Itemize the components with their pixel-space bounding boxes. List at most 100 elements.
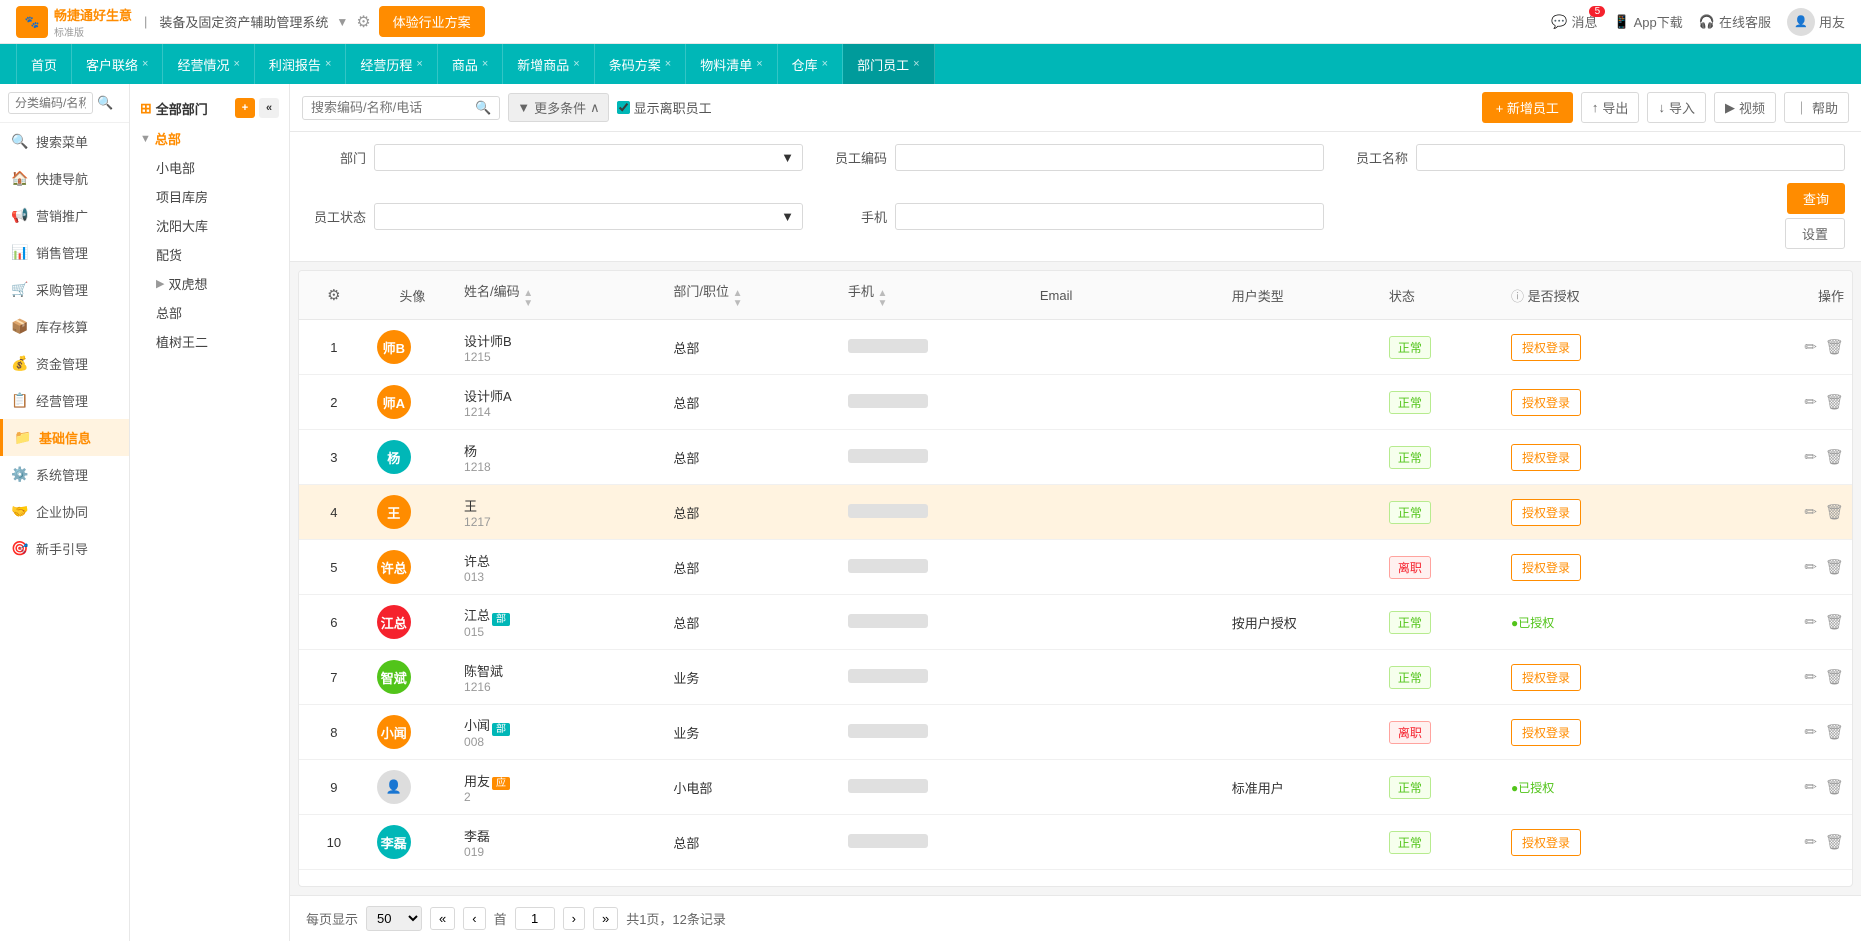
dept-node-shx[interactable]: ▶ 双虎想 [146, 269, 289, 298]
system-dropdown-icon[interactable]: ▼ [336, 15, 348, 29]
view-button[interactable]: ▶ 视频 [1714, 92, 1776, 123]
next-page-button[interactable]: › [563, 907, 585, 930]
edit-icon[interactable]: ✏ [1804, 668, 1817, 686]
auth-button[interactable]: 授权登录 [1511, 499, 1581, 526]
info-icon[interactable]: ⓘ [1511, 289, 1524, 304]
delete-icon[interactable]: 🗑 [1825, 448, 1844, 466]
close-icon[interactable]: × [913, 58, 919, 70]
edit-icon[interactable]: ✏ [1804, 393, 1817, 411]
service-item[interactable]: 🎧 在线客服 [1699, 12, 1771, 31]
edit-icon[interactable]: ✏ [1804, 448, 1817, 466]
sidebar-item-nav[interactable]: 🏠 快捷导航 [0, 160, 129, 197]
sidebar-item-sales[interactable]: 📊 销售管理 [0, 234, 129, 271]
sidebar-item-marketing[interactable]: 📢 营销推广 [0, 197, 129, 234]
dept-node-xdb[interactable]: 小电部 [146, 153, 289, 182]
dept-node-proj[interactable]: 项目库房 [146, 182, 289, 211]
edit-icon[interactable]: ✏ [1804, 723, 1817, 741]
dept-node-general[interactable]: ▼ 总部 [130, 124, 289, 153]
filter-button[interactable]: ▼ 更多条件 ∧ [508, 93, 608, 122]
edit-icon[interactable]: ✏ [1804, 833, 1817, 851]
auth-button[interactable]: 授权登录 [1511, 719, 1581, 746]
dept-collapse-icon[interactable]: « [259, 98, 279, 118]
sidebar-item-guide[interactable]: 🎯 新手引导 [0, 530, 129, 567]
trial-button[interactable]: 体验行业方案 [379, 6, 485, 37]
edit-icon[interactable]: ✏ [1804, 503, 1817, 521]
edit-icon[interactable]: ✏ [1804, 558, 1817, 576]
emp-status-select[interactable]: ▼ [374, 203, 803, 230]
search-button[interactable]: 查询 [1787, 183, 1845, 214]
tab-barcode[interactable]: 条码方案 × [595, 44, 686, 84]
dept-node-zsw[interactable]: 植树王二 [146, 327, 289, 356]
phone-input[interactable] [895, 203, 1324, 230]
col-gear-icon[interactable]: ⚙ [327, 287, 340, 304]
close-icon[interactable]: × [416, 58, 422, 70]
emp-code-input[interactable] [895, 144, 1324, 171]
close-icon[interactable]: × [233, 58, 239, 70]
close-icon[interactable]: × [325, 58, 331, 70]
sidebar-item-system[interactable]: ⚙️ 系统管理 [0, 456, 129, 493]
sidebar-item-management[interactable]: 📋 经营管理 [0, 382, 129, 419]
tab-dept-staff[interactable]: 部门员工 × [843, 44, 934, 84]
page-input[interactable] [515, 907, 555, 930]
delete-icon[interactable]: 🗑 [1825, 668, 1844, 686]
first-page-button[interactable]: « [430, 907, 455, 930]
col-dept[interactable]: 部门/职位 ▲▼ [665, 271, 839, 320]
sidebar-item-basic[interactable]: 📁 基础信息 [0, 419, 129, 456]
delete-icon[interactable]: 🗑 [1825, 613, 1844, 631]
resigned-checkbox-input[interactable] [617, 101, 630, 114]
delete-icon[interactable]: 🗑 [1825, 778, 1844, 796]
delete-icon[interactable]: 🗑 [1825, 558, 1844, 576]
close-icon[interactable]: × [573, 58, 579, 70]
app-download-item[interactable]: 📱 App下载 [1613, 12, 1682, 31]
col-phone[interactable]: 手机 ▲▼ [840, 271, 1032, 320]
auth-button[interactable]: 授权登录 [1511, 334, 1581, 361]
tab-operation[interactable]: 经营情况 × [163, 44, 254, 84]
tab-new-goods[interactable]: 新增商品 × [503, 44, 594, 84]
tab-warehouse[interactable]: 仓库 × [778, 44, 843, 84]
tab-goods[interactable]: 商品 × [438, 44, 503, 84]
tab-customer[interactable]: 客户联络 × [72, 44, 163, 84]
close-icon[interactable]: × [482, 58, 488, 70]
user-item[interactable]: 👤 用友 [1787, 8, 1845, 36]
close-icon[interactable]: × [142, 58, 148, 70]
delete-icon[interactable]: 🗑 [1825, 833, 1844, 851]
dept-node-zb[interactable]: 总部 [146, 298, 289, 327]
dept-add-icon[interactable]: + [235, 98, 255, 118]
delete-icon[interactable]: 🗑 [1825, 503, 1844, 521]
col-name[interactable]: 姓名/编码 ▲▼ [456, 271, 665, 320]
search-input[interactable] [311, 100, 471, 115]
message-item[interactable]: 💬 5 消息 [1551, 12, 1597, 31]
auth-button[interactable]: 授权登录 [1511, 829, 1581, 856]
sidebar-item-finance[interactable]: 💰 资金管理 [0, 345, 129, 382]
dept-select[interactable]: ▼ [374, 144, 803, 171]
tab-profit[interactable]: 利润报告 × [255, 44, 346, 84]
delete-icon[interactable]: 🗑 [1825, 393, 1844, 411]
sidebar-search-input[interactable] [8, 92, 93, 114]
auth-button[interactable]: 授权登录 [1511, 554, 1581, 581]
show-resigned-checkbox[interactable]: 显示离职员工 [617, 98, 712, 117]
close-icon[interactable]: × [822, 58, 828, 70]
help-button[interactable]: ｜ 帮助 [1784, 92, 1849, 123]
sidebar-item-inventory[interactable]: 📦 库存核算 [0, 308, 129, 345]
add-employee-button[interactable]: + 新增员工 [1482, 92, 1573, 123]
set-button[interactable]: 设置 [1785, 218, 1845, 249]
edit-icon[interactable]: ✏ [1804, 338, 1817, 356]
tab-bom[interactable]: 物料清单 × [686, 44, 777, 84]
emp-name-input[interactable] [1416, 144, 1845, 171]
sidebar-item-search[interactable]: 🔍 搜索菜单 [0, 123, 129, 160]
edit-icon[interactable]: ✏ [1804, 778, 1817, 796]
tab-home[interactable]: 首页 [16, 44, 72, 84]
sidebar-item-collab[interactable]: 🤝 企业协同 [0, 493, 129, 530]
auth-button[interactable]: 授权登录 [1511, 389, 1581, 416]
close-icon[interactable]: × [665, 58, 671, 70]
export-button[interactable]: ↑ 导出 [1581, 92, 1640, 123]
delete-icon[interactable]: 🗑 [1825, 338, 1844, 356]
dept-node-sy[interactable]: 沈阳大库 [146, 211, 289, 240]
prev-page-button[interactable]: ‹ [463, 907, 485, 930]
delete-icon[interactable]: 🗑 [1825, 723, 1844, 741]
settings-icon[interactable]: ⚙ [356, 12, 370, 32]
auth-button[interactable]: 授权登录 [1511, 444, 1581, 471]
edit-icon[interactable]: ✏ [1804, 613, 1817, 631]
import-button[interactable]: ↓ 导入 [1647, 92, 1706, 123]
tab-history[interactable]: 经营历程 × [346, 44, 437, 84]
